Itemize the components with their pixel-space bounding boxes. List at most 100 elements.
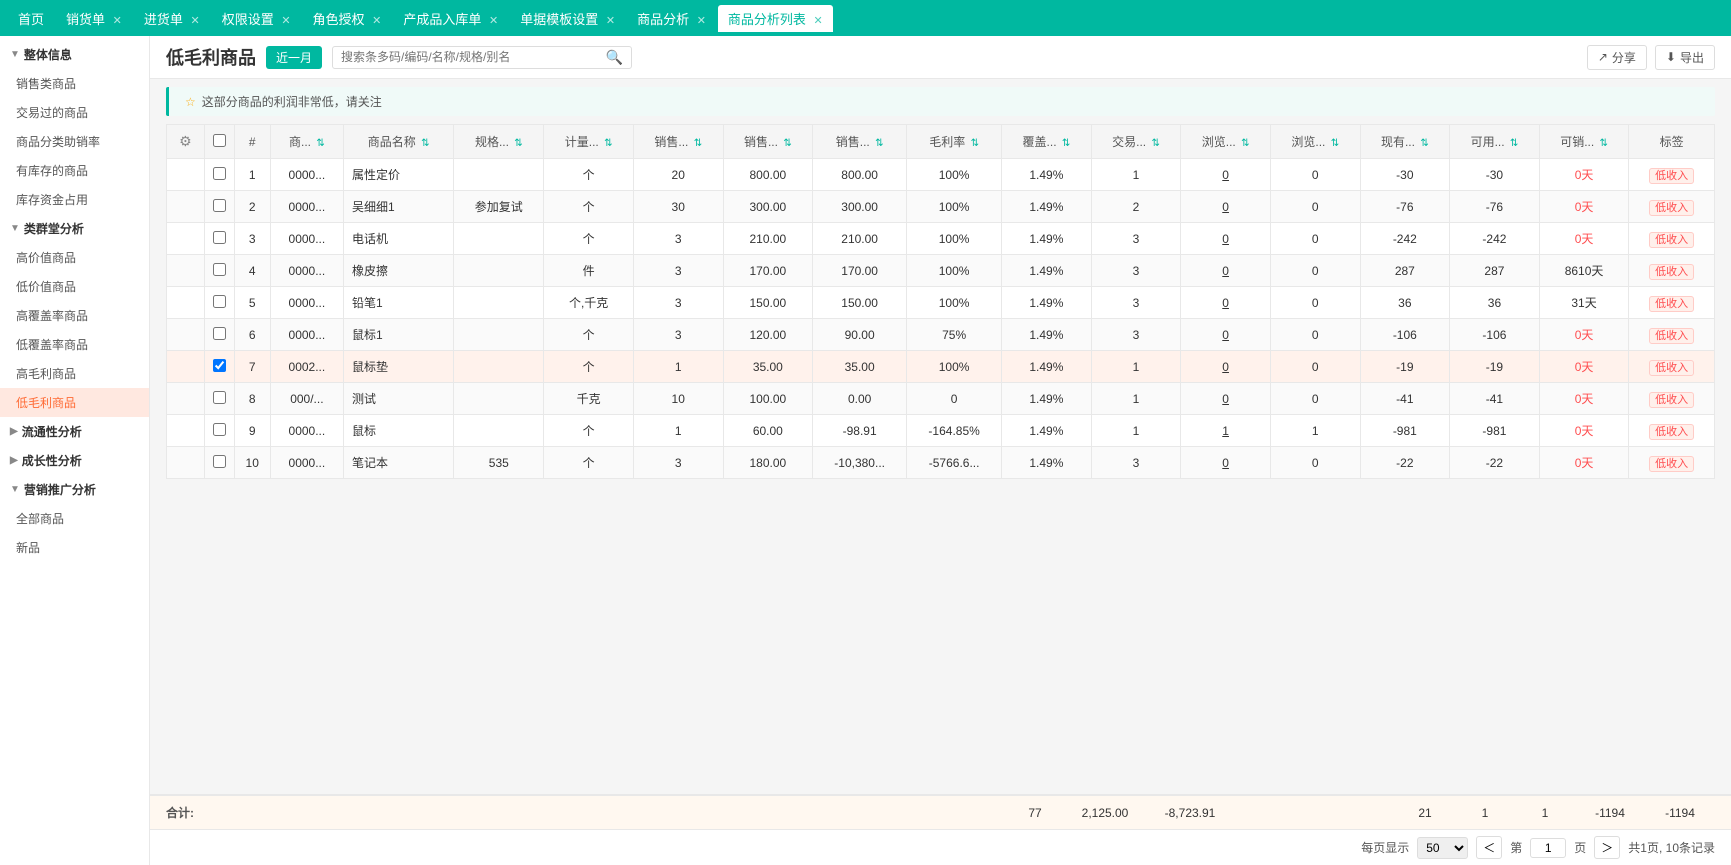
row-checkbox[interactable]	[213, 199, 226, 212]
views1-cell[interactable]: 0	[1181, 223, 1271, 255]
select-all-checkbox[interactable]	[213, 134, 226, 147]
close-icon[interactable]: ✕	[814, 15, 823, 27]
views1-link[interactable]: 1	[1222, 424, 1229, 438]
views1-link[interactable]: 0	[1222, 168, 1229, 182]
nav-sales[interactable]: 销货单 ✕	[56, 5, 132, 32]
sidebar-group-circulation[interactable]: ▶ 流通性分析	[0, 417, 149, 446]
close-icon[interactable]: ✕	[372, 15, 381, 27]
coverage-col-header[interactable]: 覆盖... ⇅	[1002, 125, 1092, 159]
checkbox-cell[interactable]	[204, 319, 234, 351]
checkbox-cell[interactable]	[204, 415, 234, 447]
row-checkbox[interactable]	[213, 263, 226, 276]
checkbox-cell[interactable]	[204, 159, 234, 191]
filter-recent-month-button[interactable]: 近一月	[266, 46, 322, 69]
name-col-header[interactable]: 商品名称 ⇅	[344, 125, 454, 159]
close-icon[interactable]: ✕	[190, 15, 199, 27]
views1-cell[interactable]: 0	[1181, 383, 1271, 415]
sidebar-item-traded-goods[interactable]: 交易过的商品	[0, 98, 149, 127]
sidebar-group-overall[interactable]: ▼ 整体信息	[0, 40, 149, 69]
transactions-col-header[interactable]: 交易... ⇅	[1091, 125, 1181, 159]
sidebar-group-growth[interactable]: ▶ 成长性分析	[0, 446, 149, 475]
column-settings-button[interactable]: ⚙	[179, 133, 192, 150]
views1-link[interactable]: 0	[1222, 456, 1229, 470]
page-size-select[interactable]: 50 100 200	[1417, 837, 1468, 859]
sales-qty-col-header[interactable]: 销售... ⇅	[633, 125, 723, 159]
nav-home[interactable]: 首页	[8, 5, 54, 32]
sidebar-group-cluster[interactable]: ▼ 类群堂分析	[0, 214, 149, 243]
search-icon[interactable]: 🔍	[606, 49, 623, 66]
views1-cell[interactable]: 0	[1181, 255, 1271, 287]
sales-amount-col-header[interactable]: 销售... ⇅	[813, 125, 907, 159]
sidebar-item-low-coverage[interactable]: 低覆盖率商品	[0, 330, 149, 359]
nav-analysis-list[interactable]: 商品分析列表 ✕	[718, 5, 833, 32]
sidebar-group-marketing[interactable]: ▼ 营销推广分析	[0, 475, 149, 504]
row-checkbox[interactable]	[213, 359, 226, 372]
sidebar-item-low-margin[interactable]: 低毛利商品	[0, 388, 149, 417]
checkbox-col-header[interactable]	[204, 125, 234, 159]
row-checkbox[interactable]	[213, 391, 226, 404]
close-icon[interactable]: ✕	[489, 15, 498, 27]
views1-cell[interactable]: 0	[1181, 191, 1271, 223]
views1-link[interactable]: 0	[1222, 232, 1229, 246]
nav-analysis[interactable]: 商品分析 ✕	[627, 5, 716, 32]
settings-col-header[interactable]: ⚙	[167, 125, 205, 159]
close-icon[interactable]: ✕	[606, 15, 615, 27]
sidebar-item-high-value[interactable]: 高价值商品	[0, 243, 149, 272]
views1-cell[interactable]: 0	[1181, 287, 1271, 319]
views1-cell[interactable]: 1	[1181, 415, 1271, 447]
row-checkbox[interactable]	[213, 423, 226, 436]
checkbox-cell[interactable]	[204, 383, 234, 415]
sidebar-item-sales-goods[interactable]: 销售类商品	[0, 69, 149, 98]
views1-link[interactable]: 0	[1222, 200, 1229, 214]
nav-permissions[interactable]: 权限设置 ✕	[212, 5, 301, 32]
views1-link[interactable]: 0	[1222, 360, 1229, 374]
views1-link[interactable]: 0	[1222, 328, 1229, 342]
sidebar-item-in-stock[interactable]: 有库存的商品	[0, 156, 149, 185]
export-button[interactable]: ⬇ 导出	[1655, 45, 1715, 70]
search-input[interactable]	[341, 50, 606, 64]
row-checkbox[interactable]	[213, 231, 226, 244]
checkbox-cell[interactable]	[204, 191, 234, 223]
row-checkbox[interactable]	[213, 295, 226, 308]
close-icon[interactable]: ✕	[113, 15, 122, 27]
share-button[interactable]: ↗ 分享	[1587, 45, 1647, 70]
views1-link[interactable]: 0	[1222, 296, 1229, 310]
gross-margin-col-header[interactable]: 毛利率 ⇅	[907, 125, 1002, 159]
sidebar-item-stock-capital[interactable]: 库存资金占用	[0, 185, 149, 214]
prev-page-button[interactable]: ＜	[1476, 836, 1502, 859]
row-checkbox[interactable]	[213, 327, 226, 340]
row-checkbox[interactable]	[213, 167, 226, 180]
next-page-button[interactable]: ＞	[1594, 836, 1620, 859]
views1-cell[interactable]: 0	[1181, 447, 1271, 479]
checkbox-cell[interactable]	[204, 255, 234, 287]
sidebar-item-new-goods[interactable]: 新品	[0, 533, 149, 562]
checkbox-cell[interactable]	[204, 351, 234, 383]
views1-link[interactable]: 0	[1222, 392, 1229, 406]
views1-col-header[interactable]: 浏览... ⇅	[1181, 125, 1271, 159]
row-checkbox[interactable]	[213, 455, 226, 468]
sidebar-item-all-goods[interactable]: 全部商品	[0, 504, 149, 533]
close-icon[interactable]: ✕	[281, 15, 290, 27]
views1-cell[interactable]: 0	[1181, 351, 1271, 383]
nav-purchase[interactable]: 进货单 ✕	[134, 5, 210, 32]
saleable-col-header[interactable]: 可销... ⇅	[1539, 125, 1629, 159]
checkbox-cell[interactable]	[204, 447, 234, 479]
available-col-header[interactable]: 可用... ⇅	[1450, 125, 1540, 159]
sidebar-item-high-margin[interactable]: 高毛利商品	[0, 359, 149, 388]
sidebar-item-category-rate[interactable]: 商品分类助销率	[0, 127, 149, 156]
unit-col-header[interactable]: 计量... ⇅	[544, 125, 634, 159]
close-icon[interactable]: ✕	[697, 15, 706, 27]
code-col-header[interactable]: 商... ⇅	[270, 125, 343, 159]
spec-col-header[interactable]: 规格... ⇅	[454, 125, 544, 159]
sidebar-item-low-value[interactable]: 低价值商品	[0, 272, 149, 301]
current-stock-col-header[interactable]: 现有... ⇅	[1360, 125, 1450, 159]
nav-products[interactable]: 产成品入库单 ✕	[393, 5, 508, 32]
views1-cell[interactable]: 0	[1181, 319, 1271, 351]
table-container[interactable]: ⚙ # 商... ⇅ 商品名称 ⇅ 规格... ⇅ 计量... ⇅ 销售... …	[150, 116, 1731, 794]
sales-price-col-header[interactable]: 销售... ⇅	[723, 125, 813, 159]
views1-cell[interactable]: 0	[1181, 159, 1271, 191]
sidebar-item-high-coverage[interactable]: 高覆盖率商品	[0, 301, 149, 330]
nav-templates[interactable]: 单据模板设置 ✕	[510, 5, 625, 32]
checkbox-cell[interactable]	[204, 223, 234, 255]
nav-roles[interactable]: 角色授权 ✕	[303, 5, 392, 32]
